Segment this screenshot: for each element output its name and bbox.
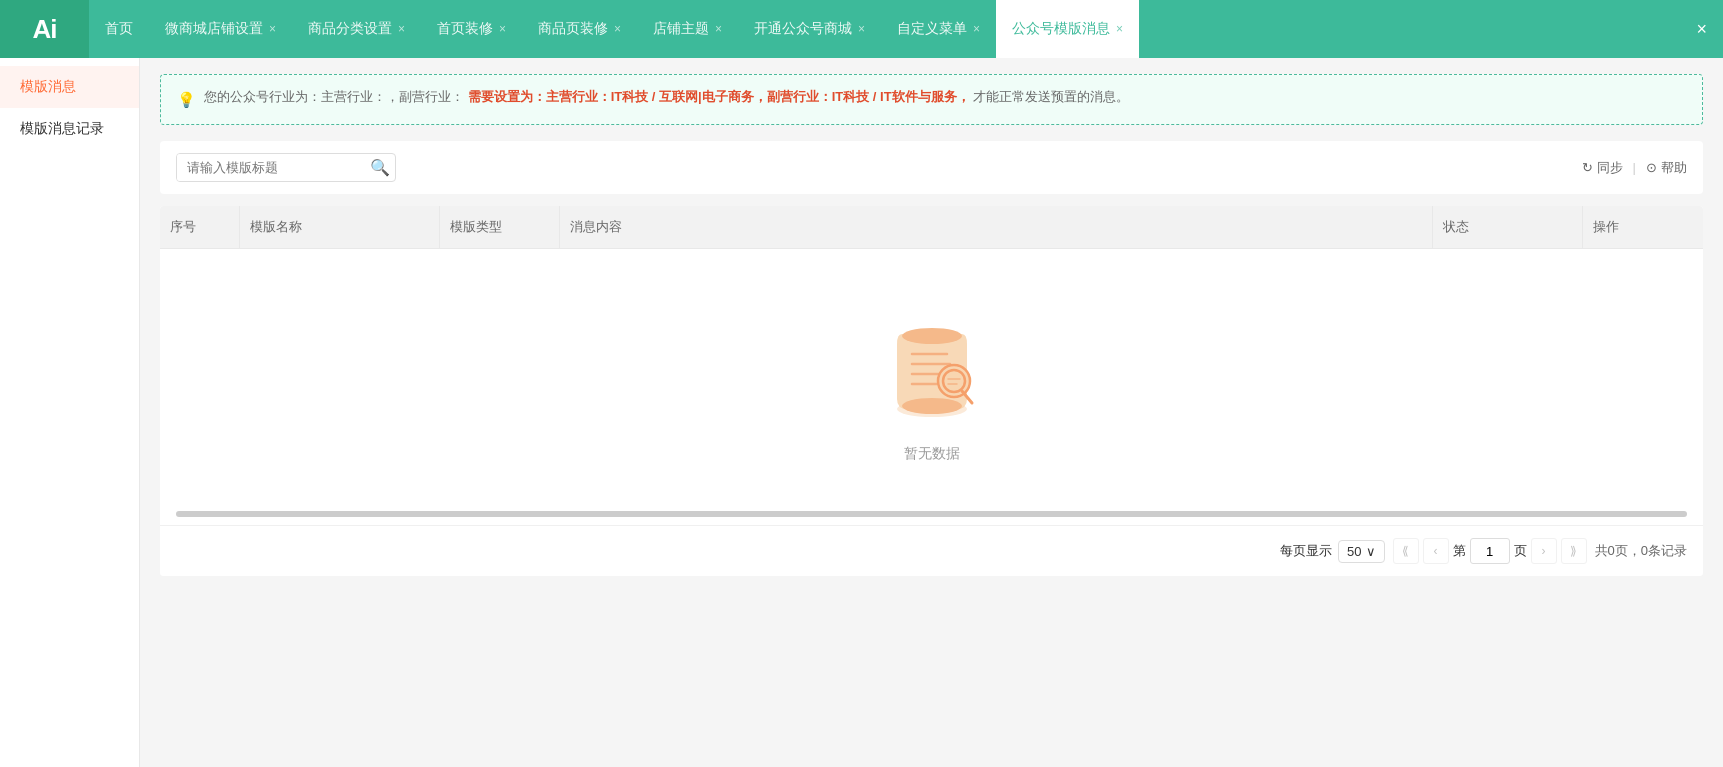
close-all-tabs-button[interactable]: × <box>1680 19 1723 40</box>
notice-icon: 💡 <box>177 88 196 112</box>
page-size-selector: 每页显示 50 ∨ <box>1280 540 1384 563</box>
header-action: 操作 <box>1583 206 1703 248</box>
help-button[interactable]: ⊙ 帮助 <box>1646 159 1687 177</box>
first-page-icon: ⟪ <box>1402 544 1409 558</box>
notice-banner: 💡 您的公众号行业为：主营行业：，副营行业： 需要设置为：主营行业：IT科技 /… <box>160 74 1703 125</box>
empty-illustration <box>872 309 992 429</box>
next-page-icon: › <box>1542 544 1546 558</box>
nav-tab-store-theme[interactable]: 店铺主题× <box>637 0 738 58</box>
template-table: 序号 模版名称 模版类型 消息内容 状态 操作 <box>160 206 1703 576</box>
close-tab-open-mall-icon[interactable]: × <box>858 22 865 36</box>
sidebar-item-template-record[interactable]: 模版消息记录 <box>0 108 139 150</box>
search-button[interactable]: 🔍 <box>362 158 396 177</box>
page-size-dropdown[interactable]: 50 ∨ <box>1338 540 1384 563</box>
close-tab-category-settings-icon[interactable]: × <box>398 22 405 36</box>
sidebar: 模版消息模版消息记录 <box>0 58 140 767</box>
empty-text: 暂无数据 <box>904 445 960 463</box>
nav-tabs: 首页微商城店铺设置×商品分类设置×首页装修×商品页装修×店铺主题×开通公众号商城… <box>89 0 1680 58</box>
notice-text: 您的公众号行业为：主营行业：，副营行业： 需要设置为：主营行业：IT科技 / 互… <box>204 87 1129 108</box>
nav-tab-custom-menu[interactable]: 自定义菜单× <box>881 0 996 58</box>
nav-tab-open-mall[interactable]: 开通公众号商城× <box>738 0 881 58</box>
empty-state: 暂无数据 <box>160 249 1703 503</box>
header-seq: 序号 <box>160 206 240 248</box>
close-tab-product-decoration-icon[interactable]: × <box>614 22 621 36</box>
content-area: 💡 您的公众号行业为：主营行业：，副营行业： 需要设置为：主营行业：IT科技 /… <box>140 58 1723 767</box>
close-tab-store-theme-icon[interactable]: × <box>715 22 722 36</box>
nav-tab-category-settings[interactable]: 商品分类设置× <box>292 0 421 58</box>
close-tab-store-settings-icon[interactable]: × <box>269 22 276 36</box>
close-tab-custom-menu-icon[interactable]: × <box>973 22 980 36</box>
svg-point-2 <box>902 398 962 414</box>
prev-page-icon: ‹ <box>1434 544 1438 558</box>
nav-tab-home-decoration[interactable]: 首页装修× <box>421 0 522 58</box>
search-input[interactable] <box>177 154 362 181</box>
nav-tab-home[interactable]: 首页 <box>89 0 149 58</box>
last-page-icon: ⟫ <box>1570 544 1577 558</box>
nav-tab-store-settings[interactable]: 微商城店铺设置× <box>149 0 292 58</box>
last-page-button[interactable]: ⟫ <box>1561 538 1587 564</box>
logo: Ai <box>0 0 89 58</box>
header-type: 模版类型 <box>440 206 560 248</box>
header-name: 模版名称 <box>240 206 440 248</box>
nav-tab-product-decoration[interactable]: 商品页装修× <box>522 0 637 58</box>
sidebar-item-template-message[interactable]: 模版消息 <box>0 66 139 108</box>
horizontal-scrollbar[interactable] <box>176 511 1687 517</box>
search-field-container: 🔍 <box>176 153 396 182</box>
nav-tab-template-msg[interactable]: 公众号模版消息× <box>996 0 1139 58</box>
divider: | <box>1633 160 1636 175</box>
top-navigation: Ai 首页微商城店铺设置×商品分类设置×首页装修×商品页装修×店铺主题×开通公众… <box>0 0 1723 58</box>
search-bar: 🔍 ↻ 同步 | ⊙ 帮助 <box>160 141 1703 194</box>
table-header-row: 序号 模版名称 模版类型 消息内容 状态 操作 <box>160 206 1703 249</box>
page-number-input[interactable] <box>1470 538 1510 564</box>
header-status: 状态 <box>1433 206 1583 248</box>
horizontal-scrollbar-area <box>160 503 1703 525</box>
page-navigation: ⟪ ‹ 第 页 › ⟫ <box>1393 538 1587 564</box>
total-records-text: 共0页，0条记录 <box>1595 542 1687 560</box>
main-layout: 模版消息模版消息记录 💡 您的公众号行业为：主营行业：，副营行业： 需要设置为：… <box>0 58 1723 767</box>
sync-button[interactable]: ↻ 同步 <box>1582 159 1623 177</box>
pagination: 每页显示 50 ∨ ⟪ ‹ 第 页 <box>160 525 1703 576</box>
close-tab-home-decoration-icon[interactable]: × <box>499 22 506 36</box>
next-page-button[interactable]: › <box>1531 538 1557 564</box>
close-tab-template-msg-icon[interactable]: × <box>1116 22 1123 36</box>
chevron-down-icon: ∨ <box>1366 544 1376 559</box>
first-page-button[interactable]: ⟪ <box>1393 538 1419 564</box>
help-icon: ⊙ <box>1646 160 1657 175</box>
header-content: 消息内容 <box>560 206 1433 248</box>
search-actions: ↻ 同步 | ⊙ 帮助 <box>1582 159 1687 177</box>
svg-point-1 <box>902 328 962 344</box>
sync-icon: ↻ <box>1582 160 1593 175</box>
prev-page-button[interactable]: ‹ <box>1423 538 1449 564</box>
